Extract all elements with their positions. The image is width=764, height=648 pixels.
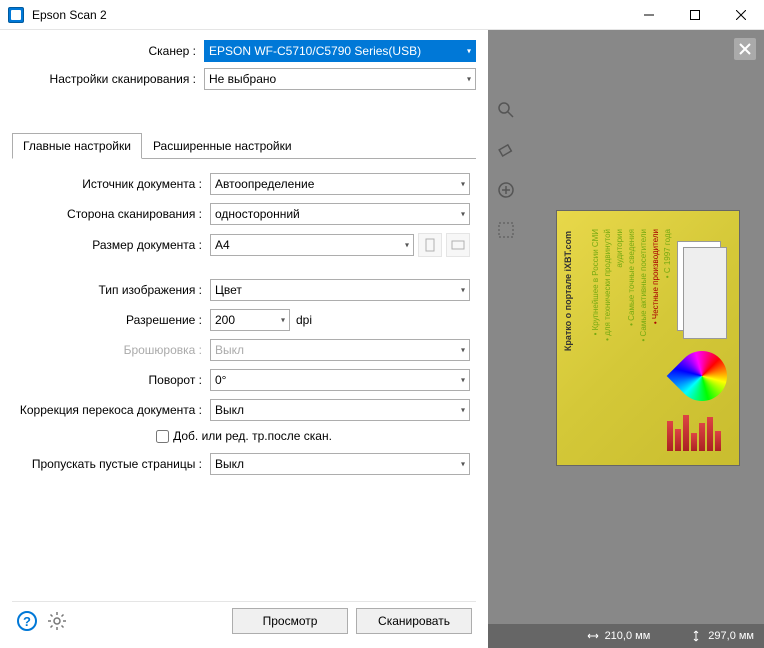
eraser-tool-icon[interactable] [496, 140, 516, 160]
minimize-button[interactable] [626, 0, 672, 30]
resolution-select[interactable]: 200▾ [210, 309, 290, 331]
imgtype-value: Цвет [215, 283, 242, 297]
preview-statusbar: 210,0 мм 297,0 мм [488, 624, 764, 648]
window-title: Epson Scan 2 [32, 8, 626, 22]
size-value: A4 [215, 238, 230, 252]
deskew-select[interactable]: Выкл▾ [210, 399, 470, 421]
preview-close-button[interactable] [734, 38, 756, 60]
deskew-value: Выкл [215, 403, 244, 417]
imgtype-select[interactable]: Цвет▾ [210, 279, 470, 301]
add-edit-label[interactable]: Доб. или ред. тр.после скан. [173, 429, 332, 443]
source-label: Источник документа : [18, 177, 210, 191]
rotate-label: Поворот : [18, 373, 210, 387]
preview-button[interactable]: Просмотр [232, 608, 348, 634]
resolution-value: 200 [215, 313, 235, 327]
status-width: 210,0 мм [605, 630, 651, 642]
add-tool-icon[interactable] [496, 180, 516, 200]
stitch-value: Выкл [215, 343, 244, 357]
height-icon [690, 630, 702, 642]
preview-thumbnail[interactable]: Кратко о портале iXBT.com • Крупнейшее в… [556, 210, 740, 466]
marquee-tool-icon[interactable] [496, 220, 516, 240]
settings-button[interactable] [46, 610, 68, 632]
resolution-label: Разрешение : [18, 313, 210, 327]
help-button[interactable]: ? [16, 610, 38, 632]
stitch-label: Брошюровка : [18, 343, 210, 357]
orientation-landscape-button[interactable] [446, 233, 470, 257]
size-select[interactable]: A4▾ [210, 234, 414, 256]
deskew-label: Коррекция перекоса документа : [18, 403, 210, 417]
scan-settings-select[interactable]: Не выбрано ▾ [204, 68, 476, 90]
scanner-label: Сканер : [12, 44, 204, 58]
zoom-tool-icon[interactable] [496, 100, 516, 120]
scan-settings-value: Не выбрано [209, 72, 276, 86]
scanner-value: EPSON WF-C5710/C5790 Series(USB) [209, 44, 421, 58]
size-label: Размер документа : [18, 238, 210, 252]
orientation-portrait-button[interactable] [418, 233, 442, 257]
imgtype-label: Тип изображения : [18, 283, 210, 297]
skipblank-label: Пропускать пустые страницы : [18, 457, 210, 471]
skipblank-select[interactable]: Выкл▾ [210, 453, 470, 475]
scanner-select[interactable]: EPSON WF-C5710/C5790 Series(USB) ▾ [204, 40, 476, 62]
side-value: односторонний [215, 207, 300, 221]
tab-main[interactable]: Главные настройки [12, 133, 142, 159]
scan-settings-label: Настройки сканирования : [12, 72, 204, 86]
source-value: Автоопределение [215, 177, 314, 191]
svg-text:?: ? [23, 614, 31, 629]
resolution-unit: dpi [296, 313, 312, 327]
width-icon [587, 630, 599, 642]
stitch-select: Выкл▾ [210, 339, 470, 361]
add-edit-checkbox[interactable] [156, 430, 169, 443]
scan-button[interactable]: Сканировать [356, 608, 472, 634]
rotate-select[interactable]: 0°▾ [210, 369, 470, 391]
app-icon [8, 7, 24, 23]
maximize-button[interactable] [672, 0, 718, 30]
rotate-value: 0° [215, 373, 226, 387]
source-select[interactable]: Автоопределение▾ [210, 173, 470, 195]
tab-advanced[interactable]: Расширенные настройки [142, 133, 303, 159]
side-select[interactable]: односторонний▾ [210, 203, 470, 225]
status-height: 297,0 мм [708, 630, 754, 642]
side-label: Сторона сканирования : [18, 207, 210, 221]
close-button[interactable] [718, 0, 764, 30]
skipblank-value: Выкл [215, 457, 244, 471]
